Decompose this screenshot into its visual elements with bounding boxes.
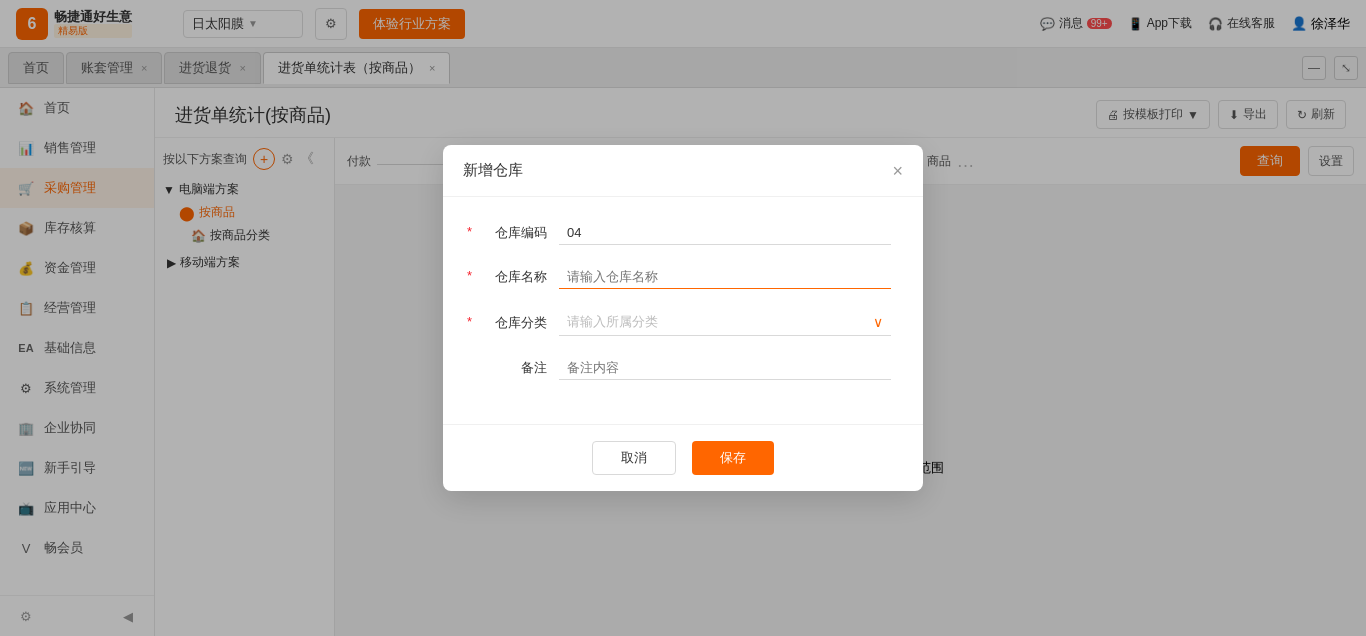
modal-title: 新增仓库 — [463, 161, 523, 180]
cancel-button[interactable]: 取消 — [592, 441, 676, 475]
new-warehouse-modal: 新增仓库 × 仓库编码 仓库名称 仓库分类 请输入所属分类 ∨ — [443, 145, 923, 491]
modal-overlay: 新增仓库 × 仓库编码 仓库名称 仓库分类 请输入所属分类 ∨ — [0, 0, 1366, 636]
name-label: 仓库名称 — [475, 268, 547, 286]
modal-header: 新增仓库 × — [443, 145, 923, 197]
modal-body: 仓库编码 仓库名称 仓库分类 请输入所属分类 ∨ 备注 — [443, 197, 923, 424]
category-arrow-icon: ∨ — [873, 314, 883, 330]
form-row-remark: 备注 — [475, 356, 891, 380]
category-label: 仓库分类 — [475, 314, 547, 332]
form-row-code: 仓库编码 — [475, 221, 891, 245]
modal-close-button[interactable]: × — [892, 162, 903, 180]
code-input[interactable] — [559, 221, 891, 245]
remark-input[interactable] — [559, 356, 891, 380]
form-row-name: 仓库名称 — [475, 265, 891, 289]
name-input[interactable] — [559, 265, 891, 289]
category-placeholder: 请输入所属分类 — [567, 313, 869, 331]
save-button[interactable]: 保存 — [692, 441, 774, 475]
code-label: 仓库编码 — [475, 224, 547, 242]
modal-footer: 取消 保存 — [443, 424, 923, 491]
remark-label: 备注 — [475, 359, 547, 377]
form-row-category: 仓库分类 请输入所属分类 ∨ — [475, 309, 891, 336]
category-select[interactable]: 请输入所属分类 ∨ — [559, 309, 891, 336]
